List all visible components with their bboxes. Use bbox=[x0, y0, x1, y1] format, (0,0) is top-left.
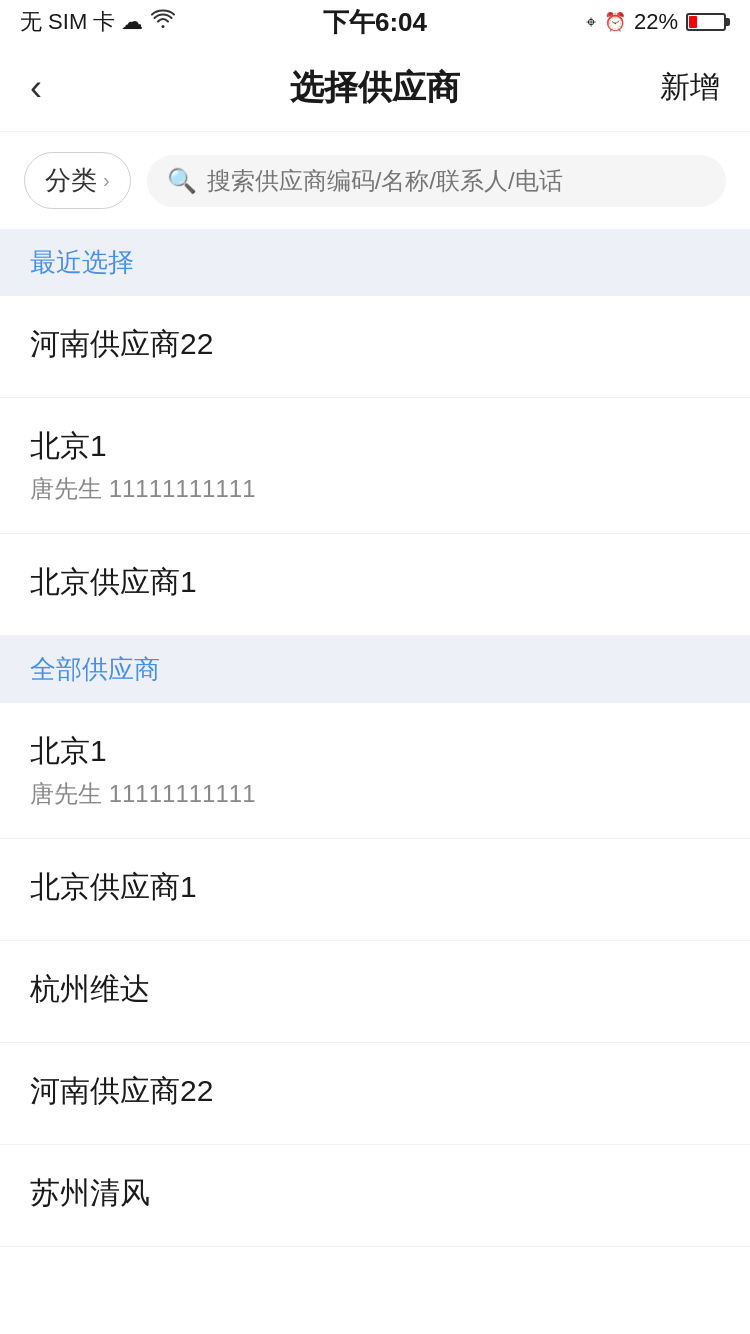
list-item[interactable]: 北京1 唐先生 11111111111 bbox=[0, 703, 750, 839]
wifi-icon bbox=[151, 9, 175, 35]
list-item[interactable]: 河南供应商22 bbox=[0, 296, 750, 398]
search-bar: 分类 › 🔍 bbox=[0, 132, 750, 229]
chevron-right-icon: › bbox=[103, 169, 110, 192]
list-item[interactable]: 北京供应商1 bbox=[0, 839, 750, 941]
recent-section-label: 最近选择 bbox=[30, 247, 134, 277]
recent-items-list: 河南供应商22 北京1 唐先生 11111111111 北京供应商1 bbox=[0, 296, 750, 636]
location-icon: ⌖ bbox=[586, 12, 596, 33]
item-name: 河南供应商22 bbox=[30, 324, 720, 365]
status-right: ⌖ ⏰ 22% bbox=[586, 9, 730, 35]
list-item[interactable]: 苏州清风 bbox=[0, 1145, 750, 1247]
list-item[interactable]: 河南供应商22 bbox=[0, 1043, 750, 1145]
back-button[interactable]: ‹ bbox=[30, 67, 90, 109]
item-name: 北京供应商1 bbox=[30, 562, 720, 603]
status-time: 下午6:04 bbox=[323, 5, 427, 40]
status-left: 无 SIM 卡 ☁ bbox=[20, 7, 175, 37]
battery-icon bbox=[686, 13, 730, 31]
status-bar: 无 SIM 卡 ☁ 下午6:04 ⌖ ⏰ 22% bbox=[0, 0, 750, 44]
list-item[interactable]: 杭州维达 bbox=[0, 941, 750, 1043]
battery-percentage: 22% bbox=[634, 9, 678, 35]
no-sim-label: 无 SIM 卡 ☁ bbox=[20, 7, 143, 37]
list-item[interactable]: 北京1 唐先生 11111111111 bbox=[0, 398, 750, 534]
search-input[interactable] bbox=[207, 167, 706, 195]
nav-bar: ‹ 选择供应商 新增 bbox=[0, 44, 750, 132]
item-name: 杭州维达 bbox=[30, 969, 720, 1010]
recent-section-header: 最近选择 bbox=[0, 229, 750, 296]
category-label: 分类 bbox=[45, 163, 97, 198]
item-sub: 唐先生 11111111111 bbox=[30, 473, 720, 505]
item-name: 河南供应商22 bbox=[30, 1071, 720, 1112]
category-button[interactable]: 分类 › bbox=[24, 152, 131, 209]
item-sub: 唐先生 11111111111 bbox=[30, 778, 720, 810]
search-input-wrapper[interactable]: 🔍 bbox=[147, 155, 726, 207]
all-section-label: 全部供应商 bbox=[30, 654, 160, 684]
all-section-header: 全部供应商 bbox=[0, 636, 750, 703]
all-items-list: 北京1 唐先生 11111111111 北京供应商1 杭州维达 河南供应商22 … bbox=[0, 703, 750, 1247]
item-name: 北京供应商1 bbox=[30, 867, 720, 908]
alarm-icon: ⏰ bbox=[604, 11, 626, 33]
list-item[interactable]: 北京供应商1 bbox=[0, 534, 750, 636]
search-icon: 🔍 bbox=[167, 167, 197, 195]
page-title: 选择供应商 bbox=[290, 65, 460, 111]
item-name: 北京1 bbox=[30, 731, 720, 772]
item-name: 苏州清风 bbox=[30, 1173, 720, 1214]
add-button[interactable]: 新增 bbox=[660, 67, 720, 108]
item-name: 北京1 bbox=[30, 426, 720, 467]
